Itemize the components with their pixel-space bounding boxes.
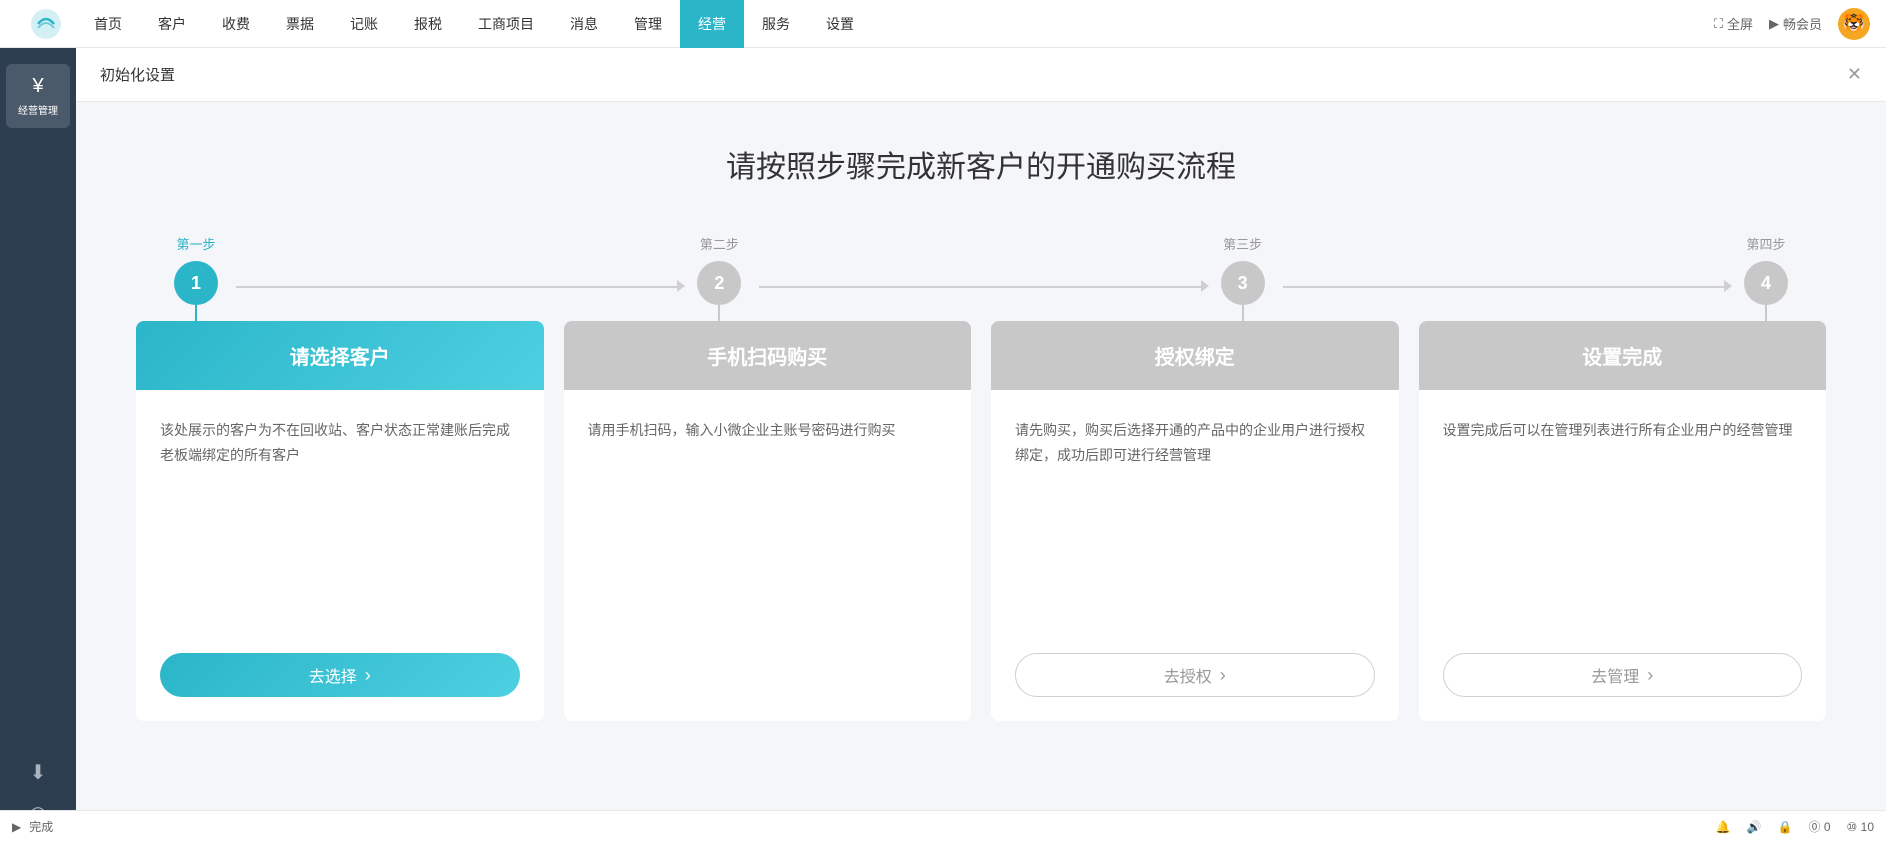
notification-icon[interactable]: 🔔 <box>1716 820 1731 834</box>
counter-10: ⑩ 10 <box>1847 820 1874 834</box>
connector-3-4 <box>1283 234 1726 288</box>
page-title: 初始化设置 <box>100 64 175 85</box>
card-4-desc: 设置完成后可以在管理列表进行所有企业用户的经营管理 <box>1443 418 1803 605</box>
step-1-label: 第一步 <box>176 234 215 253</box>
nav-right-area: ⛶ 全屏 ▶ 畅会员 🐯 <box>1714 8 1870 40</box>
nav-item-bookkeeping[interactable]: 记账 <box>332 0 396 48</box>
step-2-label: 第二步 <box>700 234 739 253</box>
card-2-header: 手机扫码购买 <box>564 321 972 390</box>
nav-item-service[interactable]: 服务 <box>744 0 808 48</box>
nav-item-home[interactable]: 首页 <box>76 0 140 48</box>
sidebar-item-management[interactable]: ¥ 经营管理 <box>6 64 70 128</box>
card-1-header: 请选择客户 <box>136 321 544 390</box>
card-3-body: 请先购买，购买后选择开通的产品中的企业用户进行授权绑定，成功后即可进行经营管理 <box>991 390 1399 633</box>
cards-row: 请选择客户 该处展示的客户为不在回收站、客户状态正常建账后完成老板端绑定的所有客… <box>136 321 1826 721</box>
main-content: 初始化设置 ✕ 请按照步骤完成新客户的开通购买流程 第一步 1 <box>76 48 1886 842</box>
top-navigation: 首页 客户 收费 票据 记账 报税 工商项目 消息 管理 经营 服务 设置 ⛶ … <box>0 0 1886 48</box>
member-button[interactable]: ▶ 畅会员 <box>1769 14 1822 33</box>
step-4-header: 第四步 4 <box>1726 234 1806 305</box>
nav-item-manage[interactable]: 管理 <box>616 0 680 48</box>
step-3-label: 第三步 <box>1223 234 1262 253</box>
card-2-body: 请用手机扫码，输入小微企业主账号密码进行购买 <box>564 390 972 677</box>
card-2-footer <box>564 677 972 721</box>
step-card-2: 手机扫码购买 请用手机扫码，输入小微企业主账号密码进行购买 <box>564 321 972 721</box>
nav-item-invoice[interactable]: 票据 <box>268 0 332 48</box>
member-icon: ▶ <box>1769 16 1779 32</box>
sidebar-item-label: 经营管理 <box>18 102 58 117</box>
management-icon: ¥ <box>32 75 43 98</box>
play-icon: ▶ <box>12 820 21 834</box>
app-logo <box>16 8 76 40</box>
connector-2-3 <box>759 234 1202 288</box>
main-layout: ¥ 经营管理 ⬇ ◎ 初始化设置 ✕ 请按照步骤完成新客户的开通购买流程 第一步… <box>0 48 1886 842</box>
card-1-footer: 去选择 › <box>136 633 544 721</box>
step-1-header: 第一步 1 <box>156 234 236 305</box>
lock-icon[interactable]: 🔒 <box>1778 820 1793 834</box>
step-1-circle: 1 <box>174 261 218 305</box>
connector-1-2 <box>236 234 679 288</box>
close-button[interactable]: ✕ <box>1847 64 1862 85</box>
status-label: 完成 <box>29 818 53 835</box>
nav-item-business[interactable]: 工商项目 <box>460 0 552 48</box>
nav-item-tax[interactable]: 报税 <box>396 0 460 48</box>
card-1-body: 该处展示的客户为不在回收站、客户状态正常建账后完成老板端绑定的所有客户 <box>136 390 544 633</box>
step-4-label: 第四步 <box>1746 234 1785 253</box>
step-2-header: 第二步 2 <box>679 234 759 305</box>
card-3-header: 授权绑定 <box>991 321 1399 390</box>
step-3-circle: 3 <box>1221 261 1265 305</box>
step-1-action-button[interactable]: 去选择 › <box>160 653 520 697</box>
card-4-footer: 去管理 › <box>1419 633 1827 721</box>
flow-container: 请按照步骤完成新客户的开通购买流程 第一步 1 第二步 2 <box>76 102 1886 761</box>
status-bar-right: 🔔 🔊 🔒 ⓪ 0 ⑩ 10 <box>1716 818 1874 835</box>
step-4-circle: 4 <box>1744 261 1788 305</box>
card-2-desc: 请用手机扫码，输入小微企业主账号密码进行购买 <box>588 418 948 649</box>
step-card-1: 请选择客户 该处展示的客户为不在回收站、客户状态正常建账后完成老板端绑定的所有客… <box>136 321 544 721</box>
nav-item-fee[interactable]: 收费 <box>204 0 268 48</box>
sidebar: ¥ 经营管理 ⬇ ◎ <box>0 48 76 842</box>
download-icon[interactable]: ⬇ <box>30 760 47 785</box>
fullscreen-icon: ⛶ <box>1714 16 1723 32</box>
card-4-header: 设置完成 <box>1419 321 1827 390</box>
nav-item-customer[interactable]: 客户 <box>140 0 204 48</box>
page-header: 初始化设置 ✕ <box>76 48 1886 102</box>
sound-icon[interactable]: 🔊 <box>1747 820 1762 834</box>
card-1-desc: 该处展示的客户为不在回收站、客户状态正常建账后完成老板端绑定的所有客户 <box>160 418 520 605</box>
nav-item-operation[interactable]: 经营 <box>680 0 744 48</box>
step-2-circle: 2 <box>697 261 741 305</box>
nav-item-settings[interactable]: 设置 <box>808 0 872 48</box>
fullscreen-button[interactable]: ⛶ 全屏 <box>1714 14 1753 33</box>
nav-items-list: 首页 客户 收费 票据 记账 报税 工商项目 消息 管理 经营 服务 设置 <box>76 0 1714 48</box>
pointers-row <box>136 305 1826 321</box>
user-avatar[interactable]: 🐯 <box>1838 8 1870 40</box>
steps-header: 第一步 1 第二步 2 <box>136 234 1826 305</box>
nav-item-message[interactable]: 消息 <box>552 0 616 48</box>
card-3-desc: 请先购买，购买后选择开通的产品中的企业用户进行授权绑定，成功后即可进行经营管理 <box>1015 418 1375 605</box>
step-card-4: 设置完成 设置完成后可以在管理列表进行所有企业用户的经营管理 去管理 › <box>1419 321 1827 721</box>
step-3-action-button[interactable]: 去授权 › <box>1015 653 1375 697</box>
arrow-icon-3: › <box>1220 665 1226 686</box>
arrow-icon: › <box>365 665 371 686</box>
step-4-action-button[interactable]: 去管理 › <box>1443 653 1803 697</box>
counter-0: ⓪ 0 <box>1809 818 1831 835</box>
status-bar: ▶ 完成 🔔 🔊 🔒 ⓪ 0 ⑩ 10 <box>0 810 1886 842</box>
flow-title: 请按照步骤完成新客户的开通购买流程 <box>136 142 1826 186</box>
card-3-footer: 去授权 › <box>991 633 1399 721</box>
arrow-icon-4: › <box>1647 665 1653 686</box>
card-4-body: 设置完成后可以在管理列表进行所有企业用户的经营管理 <box>1419 390 1827 633</box>
step-3-header: 第三步 3 <box>1203 234 1283 305</box>
step-card-3: 授权绑定 请先购买，购买后选择开通的产品中的企业用户进行授权绑定，成功后即可进行… <box>991 321 1399 721</box>
